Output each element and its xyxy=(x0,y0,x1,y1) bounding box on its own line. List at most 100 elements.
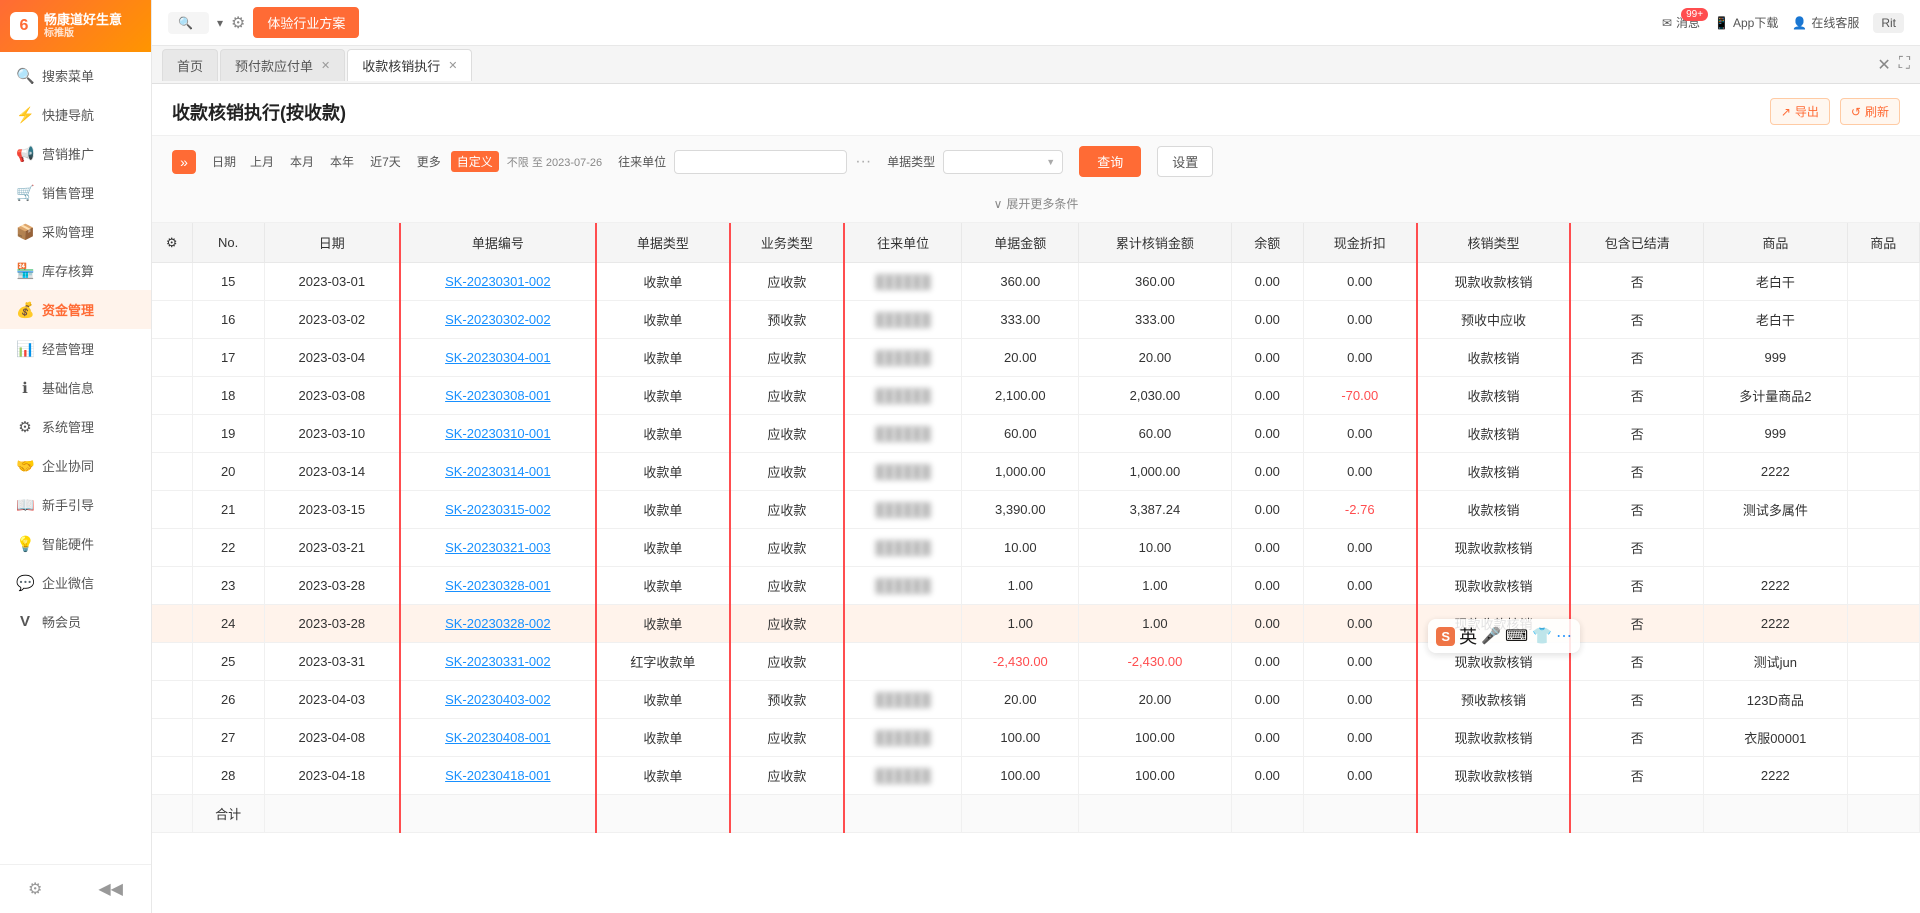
unit-filter-input[interactable] xyxy=(674,150,847,174)
last-month-btn[interactable]: 上月 xyxy=(244,151,280,172)
table-cell: -2,430.00 xyxy=(962,643,1079,681)
table-cell[interactable]: SK-20230328-001 xyxy=(400,567,596,605)
sidebar-item-inventory[interactable]: 🏪 库存核算 xyxy=(0,251,151,290)
table-cell[interactable]: SK-20230302-002 xyxy=(400,301,596,339)
refresh-btn[interactable]: ↺ 刷新 xyxy=(1840,98,1900,125)
table-cell[interactable]: SK-20230418-001 xyxy=(400,757,596,795)
table-cell xyxy=(1847,377,1919,415)
sidebar-item-basic[interactable]: ℹ 基础信息 xyxy=(0,368,151,407)
table-cell[interactable]: SK-20230408-001 xyxy=(400,719,596,757)
table-cell: 收款单 xyxy=(596,415,730,453)
table-cell: 0.00 xyxy=(1231,757,1303,795)
table-cell: 2023-03-08 xyxy=(264,377,399,415)
last7-btn[interactable]: 近7天 xyxy=(364,151,407,172)
table-cell xyxy=(1847,643,1919,681)
export-btn[interactable]: ↗ 导出 xyxy=(1770,98,1830,125)
sidebar-item-wechat[interactable]: 💬 企业微信 xyxy=(0,563,151,602)
sidebar-item-hardware[interactable]: 💡 智能硬件 xyxy=(0,524,151,563)
table-cell: 红字收款单 xyxy=(596,643,730,681)
sidebar-item-nav[interactable]: ⚡ 快捷导航 xyxy=(0,95,151,134)
tab-home[interactable]: 首页 xyxy=(162,49,218,81)
table-cell: ██████ xyxy=(844,719,962,757)
topbar-dropdown[interactable]: ▾ xyxy=(217,16,223,30)
table-cell: 应收款 xyxy=(730,567,844,605)
sidebar-item-label: 采购管理 xyxy=(42,222,94,241)
table-cell xyxy=(1847,263,1919,301)
tab-prepayment-close[interactable]: ✕ xyxy=(321,59,330,72)
sidebar-item-label: 企业微信 xyxy=(42,573,94,592)
table-cell: 60.00 xyxy=(962,415,1079,453)
table-cell[interactable]: SK-20230314-001 xyxy=(400,453,596,491)
app-download-btn[interactable]: 📱 App下载 xyxy=(1714,14,1778,31)
topbar-search[interactable]: 🔍 xyxy=(168,12,209,34)
custom-date-btn[interactable]: 自定义 xyxy=(451,151,499,172)
topbar-gear-icon[interactable]: ⚙ xyxy=(231,13,245,33)
table-cell: 多计量商品2 xyxy=(1704,377,1847,415)
tab-expand-icon[interactable]: ⛶ xyxy=(1899,55,1910,75)
table-cell[interactable]: SK-20230331-002 xyxy=(400,643,596,681)
tab-prepayment[interactable]: 预付款应付单 ✕ xyxy=(220,49,345,81)
table-cell xyxy=(152,339,192,377)
expand-more-btn[interactable]: ∨ 展开更多条件 xyxy=(994,195,1079,212)
table-cell: 收款单 xyxy=(596,567,730,605)
sidebar-item-finance[interactable]: 💰 资金管理 xyxy=(0,290,151,329)
table-cell: 100.00 xyxy=(962,757,1079,795)
table-cell: 20 xyxy=(192,453,264,491)
col-gear[interactable]: ⚙ xyxy=(152,223,192,263)
query-btn[interactable]: 查询 xyxy=(1079,146,1141,177)
more-date-btn[interactable]: 更多 xyxy=(411,151,447,172)
table-cell: 衣服00001 xyxy=(1704,719,1847,757)
table-cell: 否 xyxy=(1570,339,1703,377)
table-cell: ██████ xyxy=(844,529,962,567)
table-cell[interactable]: SK-20230301-002 xyxy=(400,263,596,301)
table-cell: ██████ xyxy=(844,567,962,605)
user-profile-btn[interactable]: Rit xyxy=(1873,13,1904,33)
industry-solution-btn[interactable]: 体验行业方案 xyxy=(253,7,359,38)
setting-btn[interactable]: 设置 xyxy=(1157,146,1213,177)
message-btn[interactable]: ✉ 消息 99+ xyxy=(1662,14,1700,31)
table-row: 222023-03-21SK-20230321-003收款单应收款██████1… xyxy=(152,529,1920,567)
sidebar-item-guide[interactable]: 📖 新手引导 xyxy=(0,485,151,524)
sidebar-item-sales[interactable]: 🛒 销售管理 xyxy=(0,173,151,212)
sidebar-item-member[interactable]: V 畅会员 xyxy=(0,602,151,641)
expand-more-label: 展开更多条件 xyxy=(1006,195,1078,212)
sidebar-item-collab[interactable]: 🤝 企业协同 xyxy=(0,446,151,485)
sidebar-item-search[interactable]: 🔍 搜索菜单 xyxy=(0,56,151,95)
online-service-btn[interactable]: 👤 在线客服 xyxy=(1792,14,1859,31)
table-cell xyxy=(1847,605,1919,643)
table-cell[interactable]: SK-20230304-001 xyxy=(400,339,596,377)
table-cell[interactable]: SK-20230321-003 xyxy=(400,529,596,567)
tab-close-all-icon[interactable]: ✕ xyxy=(1877,55,1890,75)
unit-more-icon[interactable]: ··· xyxy=(855,153,871,171)
sidebar-item-label: 营销推广 xyxy=(42,144,94,163)
total-cell xyxy=(730,795,844,833)
table-cell[interactable]: SK-20230315-002 xyxy=(400,491,596,529)
search-menu-icon: 🔍 xyxy=(16,67,34,85)
date-filter-label: 日期 xyxy=(212,153,236,170)
filter-expand-btn[interactable]: » xyxy=(172,150,196,174)
this-year-btn[interactable]: 本年 xyxy=(324,151,360,172)
collapse-sidebar-icon[interactable]: ◀◀ xyxy=(92,873,129,905)
total-cell xyxy=(596,795,730,833)
sidebar-item-marketing[interactable]: 📢 营销推广 xyxy=(0,134,151,173)
table-cell[interactable]: SK-20230403-002 xyxy=(400,681,596,719)
table-cell[interactable]: SK-20230310-001 xyxy=(400,415,596,453)
tab-verification-close[interactable]: ✕ xyxy=(448,59,457,72)
settings-bottom-icon[interactable]: ⚙ xyxy=(22,873,48,905)
sidebar-item-system[interactable]: ⚙ 系统管理 xyxy=(0,407,151,446)
tab-verification[interactable]: 收款核销执行 ✕ xyxy=(347,49,472,81)
table-cell: 应收款 xyxy=(730,377,844,415)
table-cell: 否 xyxy=(1570,415,1703,453)
table-cell[interactable]: SK-20230328-002 xyxy=(400,605,596,643)
table-cell: 收款核销 xyxy=(1417,491,1571,529)
table-cell[interactable]: SK-20230308-001 xyxy=(400,377,596,415)
col-no: No. xyxy=(192,223,264,263)
sidebar-item-operations[interactable]: 📊 经营管理 xyxy=(0,329,151,368)
this-month-btn[interactable]: 本月 xyxy=(284,151,320,172)
table-row: 242023-03-28SK-20230328-002收款单应收款1.001.0… xyxy=(152,605,1920,643)
table-cell: 收款单 xyxy=(596,453,730,491)
doc-type-select[interactable] xyxy=(943,150,1063,174)
table-cell: ██████ xyxy=(844,339,962,377)
table-cell: 360.00 xyxy=(962,263,1079,301)
sidebar-item-purchase[interactable]: 📦 采购管理 xyxy=(0,212,151,251)
